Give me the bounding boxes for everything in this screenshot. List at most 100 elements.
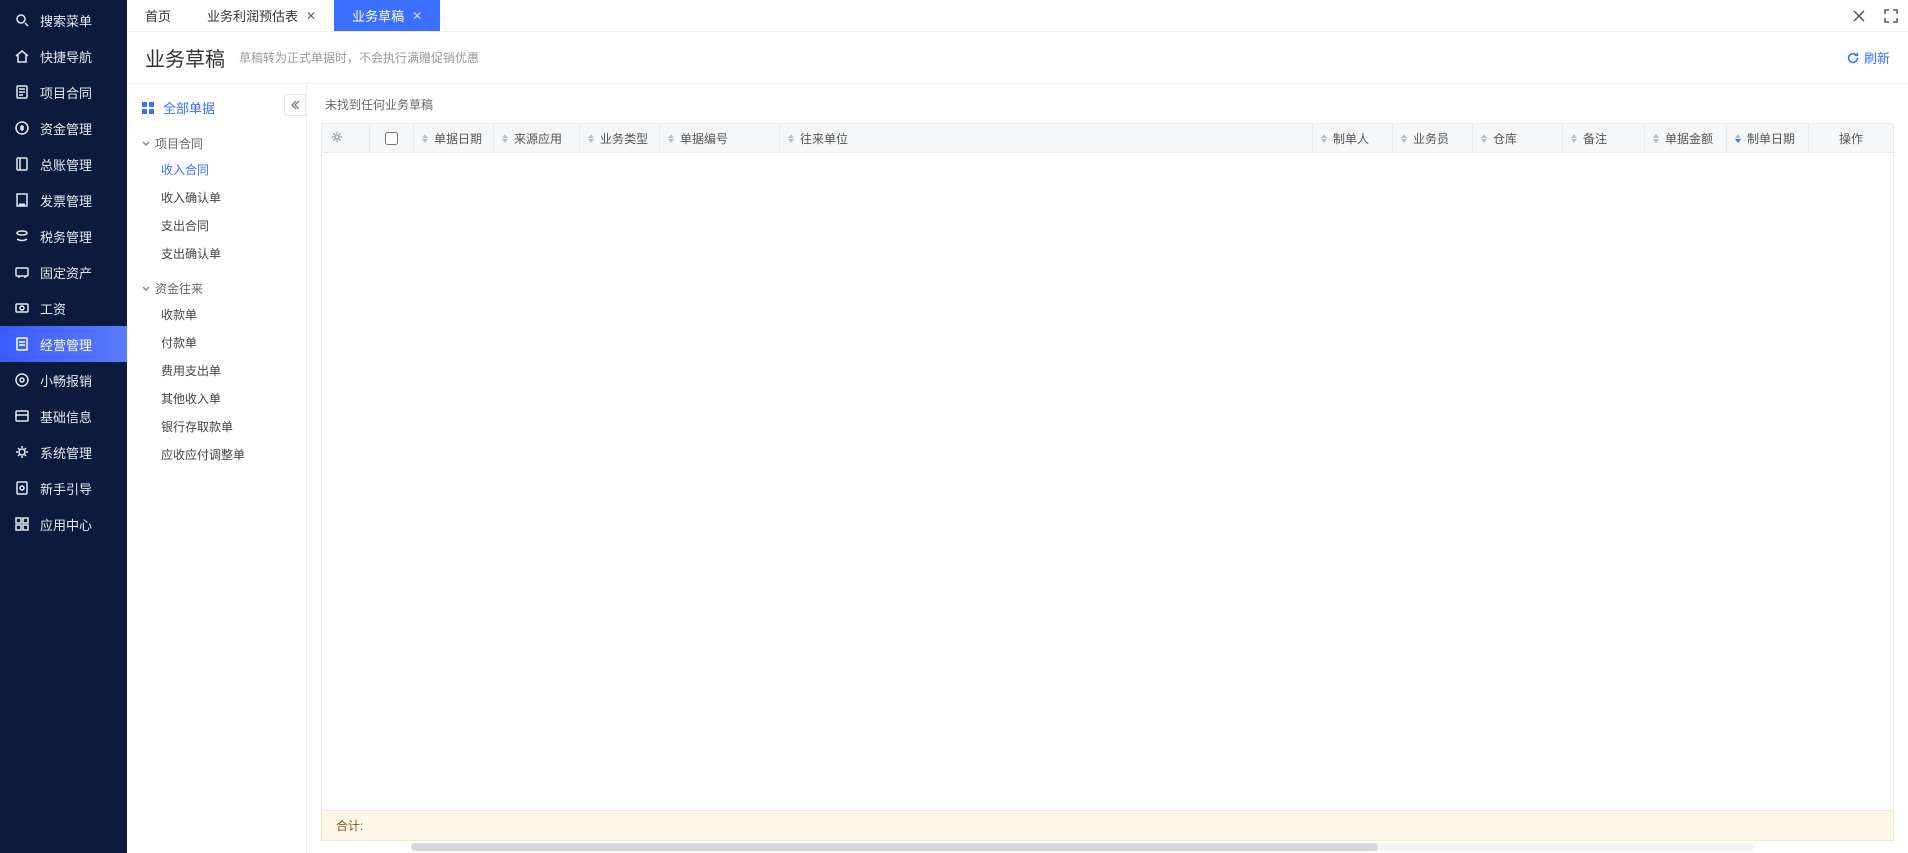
tabs-close-button[interactable]	[1850, 7, 1868, 25]
panel-item-费用支出单[interactable]: 费用支出单	[127, 357, 306, 385]
th-label: 备注	[1583, 130, 1607, 147]
sidebar-item-label: 搜索菜单	[40, 11, 92, 30]
fullscreen-button[interactable]	[1882, 7, 1900, 25]
sidebar-item-home[interactable]: 快捷导航	[0, 38, 127, 74]
th-gear[interactable]	[322, 124, 370, 152]
th-sales[interactable]: 业务员	[1393, 124, 1473, 152]
horizontal-scrollbar[interactable]	[321, 841, 1894, 853]
sidebar-item-invoice[interactable]: 发票管理	[0, 182, 127, 218]
category-panel: 全部单据 项目合同收入合同收入确认单支出合同支出确认单资金往来收款单付款单费用支…	[127, 84, 307, 853]
sidebar-item-label: 应用中心	[40, 515, 92, 534]
sidebar-item-salary[interactable]: 工资	[0, 290, 127, 326]
panel-group-label: 项目合同	[155, 135, 203, 152]
sort-icon[interactable]	[1735, 134, 1741, 143]
panel-item-支出合同[interactable]: 支出合同	[127, 212, 306, 240]
sort-icon[interactable]	[1481, 134, 1487, 143]
apps-icon	[14, 516, 30, 532]
sort-icon[interactable]	[1321, 134, 1327, 143]
panel-item-支出确认单[interactable]: 支出确认单	[127, 240, 306, 268]
empty-message: 未找到任何业务草稿	[321, 94, 1894, 123]
sort-icon[interactable]	[668, 134, 674, 143]
sidebar-item-tax[interactable]: 税务管理	[0, 218, 127, 254]
invoice-icon	[14, 192, 30, 208]
panel-collapse-button[interactable]	[284, 94, 306, 116]
th-wh[interactable]: 仓库	[1473, 124, 1563, 152]
table-body-empty	[321, 153, 1894, 811]
sort-icon[interactable]	[1571, 134, 1577, 143]
th-source[interactable]: 来源应用	[494, 124, 580, 152]
search-icon	[14, 12, 30, 28]
page-header: 业务草稿 草稿转为正式单据时，不会执行满赠促销优惠 刷新	[127, 32, 1908, 84]
th-partner[interactable]: 往来单位	[780, 124, 1313, 152]
sidebar-item-ops[interactable]: 经营管理	[0, 326, 127, 362]
sidebar-item-coin[interactable]: 资金管理	[0, 110, 127, 146]
panel-item-收入确认单[interactable]: 收入确认单	[127, 184, 306, 212]
sidebar-item-label: 资金管理	[40, 119, 92, 138]
sidebar-item-label: 经营管理	[40, 335, 92, 354]
sidebar-item-label: 项目合同	[40, 83, 92, 102]
sort-icon[interactable]	[1401, 134, 1407, 143]
sys-icon	[14, 444, 30, 460]
asset-icon	[14, 264, 30, 280]
tab-close-icon[interactable]: ✕	[412, 9, 422, 23]
panel-group-资金往来[interactable]: 资金往来	[127, 276, 306, 301]
sidebar-item-guide[interactable]: 新手引导	[0, 470, 127, 506]
tab-业务草稿[interactable]: 业务草稿✕	[334, 0, 440, 31]
sidebar-item-asset[interactable]: 固定资产	[0, 254, 127, 290]
tax-icon	[14, 228, 30, 244]
th-label: 往来单位	[800, 130, 848, 147]
sort-icon[interactable]	[502, 134, 508, 143]
coin-icon	[14, 120, 30, 136]
panel-group-项目合同[interactable]: 项目合同	[127, 131, 306, 156]
table-header-row: 单据日期来源应用业务类型 单据编号 往来单位 制单人业务员 仓库 备注 单据金额制单日期 操作	[321, 123, 1894, 153]
th-amount[interactable]: 单据金额	[1645, 124, 1727, 152]
panel-item-收款单[interactable]: 收款单	[127, 301, 306, 329]
sidebar-item-doc[interactable]: 项目合同	[0, 74, 127, 110]
th-no[interactable]: 单据编号	[660, 124, 780, 152]
sidebar-item-sys[interactable]: 系统管理	[0, 434, 127, 470]
th-check[interactable]	[370, 124, 414, 152]
sidebar-item-label: 工资	[40, 299, 66, 318]
th-label: 操作	[1839, 130, 1863, 147]
sidebar-item-base[interactable]: 基础信息	[0, 398, 127, 434]
sidebar-item-label: 固定资产	[40, 263, 92, 282]
th-date[interactable]: 单据日期	[414, 124, 494, 152]
panel-item-付款单[interactable]: 付款单	[127, 329, 306, 357]
chevron-down-icon	[141, 139, 151, 149]
gear-icon[interactable]	[330, 130, 344, 147]
sort-icon[interactable]	[422, 134, 428, 143]
sort-icon[interactable]	[588, 134, 594, 143]
panel-item-应收应付调整单[interactable]: 应收应付调整单	[127, 441, 306, 469]
tab-业务利润预估表[interactable]: 业务利润预估表✕	[189, 0, 334, 31]
panel-item-银行存取款单[interactable]: 银行存取款单	[127, 413, 306, 441]
sidebar-item-search[interactable]: 搜索菜单	[0, 2, 127, 38]
sort-icon[interactable]	[1653, 134, 1659, 143]
home-icon	[14, 48, 30, 64]
sidebar-item-apps[interactable]: 应用中心	[0, 506, 127, 542]
panel-item-其他收入单[interactable]: 其他收入单	[127, 385, 306, 413]
th-maker[interactable]: 制单人	[1313, 124, 1393, 152]
select-all-checkbox[interactable]	[385, 132, 398, 145]
sidebar-item-label: 总账管理	[40, 155, 92, 174]
refresh-button[interactable]: 刷新	[1846, 48, 1890, 67]
th-type[interactable]: 业务类型	[580, 124, 660, 152]
guide-icon	[14, 480, 30, 496]
tab-首页[interactable]: 首页	[127, 0, 189, 31]
panel-all-docs[interactable]: 全部单据	[127, 94, 306, 127]
sidebar-item-label: 小畅报销	[40, 371, 92, 390]
th-remark[interactable]: 备注	[1563, 124, 1645, 152]
panel-item-收入合同[interactable]: 收入合同	[127, 156, 306, 184]
sidebar-item-label: 基础信息	[40, 407, 92, 426]
chevron-down-icon	[141, 284, 151, 294]
tab-close-icon[interactable]: ✕	[306, 9, 316, 23]
th-label: 单据编号	[680, 130, 728, 147]
sidebar-item-ledger[interactable]: 总账管理	[0, 146, 127, 182]
tab-strip: 首页业务利润预估表✕业务草稿✕	[127, 0, 1908, 32]
th-label: 仓库	[1493, 130, 1517, 147]
sidebar-item-reimb[interactable]: 小畅报销	[0, 362, 127, 398]
content-area: 未找到任何业务草稿 单据日期来源应用业务类型 单据编号 往来单位 制单人业务员 仓库 备注…	[307, 84, 1908, 853]
th-cdate[interactable]: 制单日期	[1727, 124, 1809, 152]
sidebar-item-label: 快捷导航	[40, 47, 92, 66]
sort-icon[interactable]	[788, 134, 794, 143]
left-sidebar: 搜索菜单快捷导航项目合同资金管理总账管理发票管理税务管理固定资产工资经营管理小畅…	[0, 0, 127, 853]
